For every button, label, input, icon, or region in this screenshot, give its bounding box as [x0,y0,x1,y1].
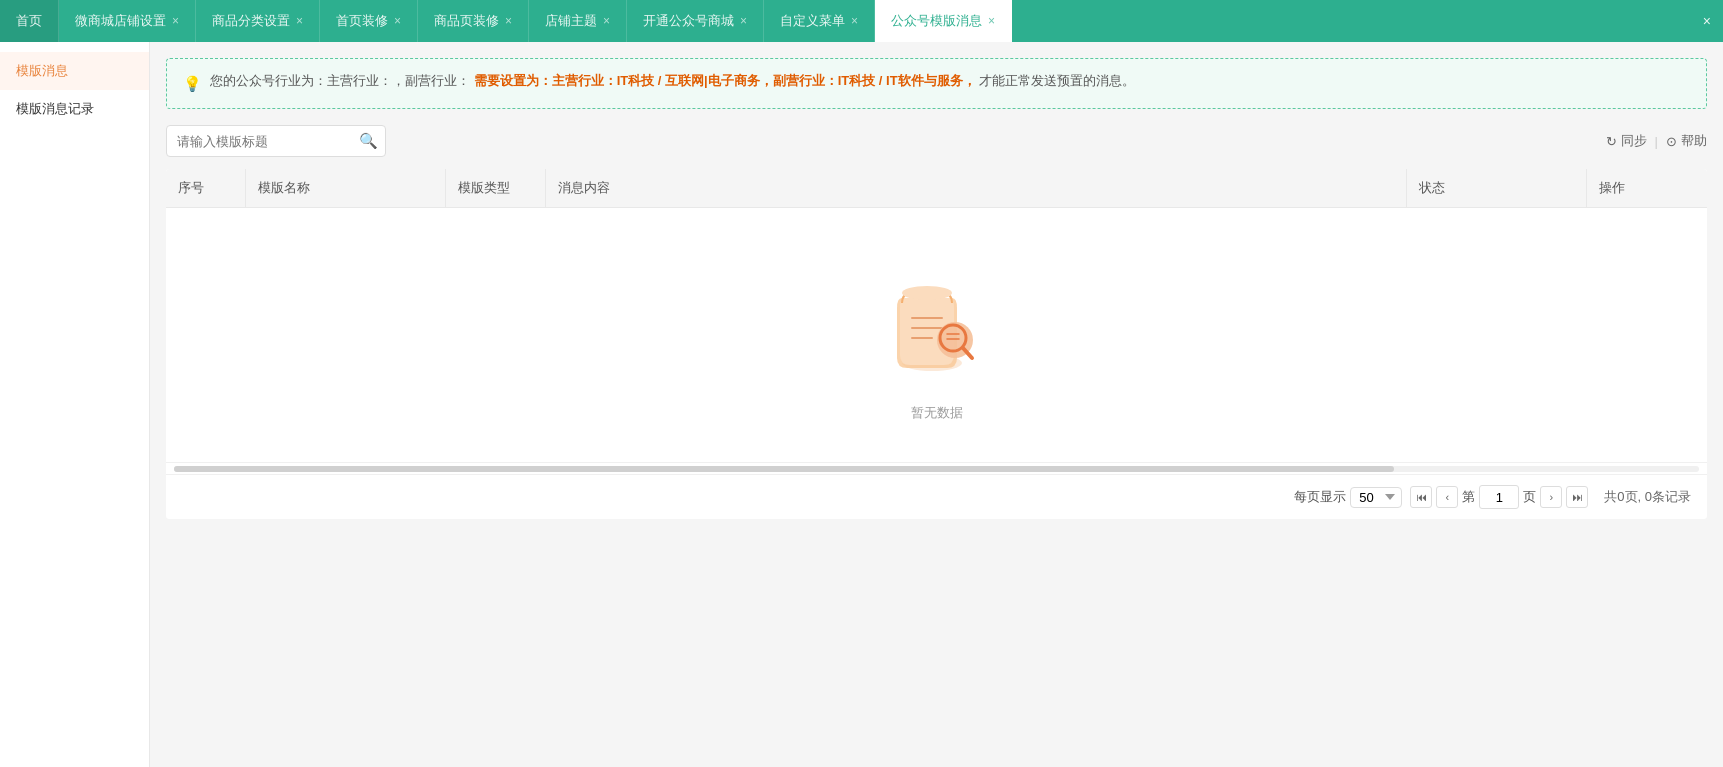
close-icon[interactable]: × [172,14,179,28]
divider: | [1655,134,1658,149]
scrollbar-track[interactable] [174,466,1699,472]
total-info: 共0页, 0条记录 [1604,488,1691,506]
search-input-wrapper: 🔍 [166,125,386,157]
nav-tab-product-decor[interactable]: 商品页装修 × [418,0,529,42]
page-size-select: 每页显示 50 10 20 100 [1294,487,1402,508]
search-left: 🔍 [166,125,386,157]
notice-prefix: 您的公众号行业为：主营行业：，副营行业： [210,73,470,88]
nav-tab-label: 微商城店铺设置 [75,12,166,30]
nav-tab-label: 自定义菜单 [780,12,845,30]
nav-tab-home-decor[interactable]: 首页装修 × [320,0,418,42]
top-nav: 首页 微商城店铺设置 × 商品分类设置 × 首页装修 × 商品页装修 × 店铺主… [0,0,1723,42]
table-header: 序号 模版名称 模版类型 消息内容 状态 操作 [166,169,1707,208]
prev-page-button[interactable]: ‹ [1436,486,1458,508]
th-label: 操作 [1599,180,1625,195]
close-icon[interactable]: × [603,14,610,28]
notice-text: 您的公众号行业为：主营行业：，副营行业： 需要设置为：主营行业：IT科技 / 互… [210,71,1135,92]
last-page-button[interactable]: ⏭ [1566,486,1588,508]
close-icon[interactable]: × [296,14,303,28]
th-label: 模版类型 [458,180,510,195]
th-label: 序号 [178,180,204,195]
help-icon: ⊙ [1666,134,1677,149]
help-button[interactable]: ⊙ 帮助 [1666,132,1707,150]
sidebar-item-label: 模版消息 [16,63,68,78]
page-size-dropdown[interactable]: 50 10 20 100 [1350,487,1402,508]
sidebar: 模版消息 模版消息记录 [0,42,150,767]
nav-tab-custom-menu[interactable]: 自定义菜单 × [764,0,875,42]
main-layout: 模版消息 模版消息记录 💡 您的公众号行业为：主营行业：，副营行业： 需要设置为… [0,42,1723,767]
notice-suffix: 才能正常发送预置的消息。 [979,73,1135,88]
page-label-before: 第 [1462,488,1475,506]
bulb-icon: 💡 [183,72,202,96]
global-close-button[interactable]: × [1703,13,1711,29]
sidebar-item-template-msg-record[interactable]: 模版消息记录 [0,90,149,128]
nav-tab-home[interactable]: 首页 [0,0,59,42]
nav-tab-product-category[interactable]: 商品分类设置 × [196,0,320,42]
close-icon[interactable]: × [505,14,512,28]
page-size-label: 每页显示 [1294,488,1346,506]
nav-tab-wechat-shop[interactable]: 微商城店铺设置 × [59,0,196,42]
data-table: 序号 模版名称 模版类型 消息内容 状态 操作 [166,169,1707,519]
scrollbar-thumb [174,466,1394,472]
nav-tab-label: 开通公众号商城 [643,12,734,30]
nav-tab-label: 首页装修 [336,12,388,30]
notice-highlight: 需要设置为：主营行业：IT科技 / 互联网|电子商务，副营行业：IT科技 / I… [474,73,976,88]
nav-tab-label: 公众号模版消息 [891,12,982,30]
close-icon[interactable]: × [740,14,747,28]
nav-tab-shop-theme[interactable]: 店铺主题 × [529,0,627,42]
nav-tab-label: 首页 [16,12,42,30]
pagination: 每页显示 50 10 20 100 ⏮ ‹ 第 页 › ⏭ [166,474,1707,519]
help-label: 帮助 [1681,132,1707,150]
next-page-button[interactable]: › [1540,486,1562,508]
th-label: 状态 [1419,180,1445,195]
th-label: 消息内容 [558,180,610,195]
notice-box: 💡 您的公众号行业为：主营行业：，副营行业： 需要设置为：主营行业：IT科技 /… [166,58,1707,109]
nav-tab-open-mall[interactable]: 开通公众号商城 × [627,0,764,42]
first-page-button[interactable]: ⏮ [1410,486,1432,508]
current-page-input[interactable] [1479,485,1519,509]
search-input[interactable] [166,125,386,157]
page-label-after: 页 [1523,488,1536,506]
empty-illustration [877,268,997,388]
nav-tab-label: 商品分类设置 [212,12,290,30]
th-no: 序号 [166,169,246,207]
search-right: ↻ 同步 | ⊙ 帮助 [1606,132,1707,150]
scrollbar-area[interactable] [166,462,1707,474]
svg-point-4 [902,286,952,300]
sidebar-item-label: 模版消息记录 [16,101,94,116]
empty-text: 暂无数据 [911,404,963,422]
close-icon[interactable]: × [988,14,995,28]
page-nav: ⏮ ‹ 第 页 › ⏭ [1410,485,1588,509]
th-label: 模版名称 [258,180,310,195]
nav-tab-label: 商品页装修 [434,12,499,30]
nav-tab-label: 店铺主题 [545,12,597,30]
nav-tab-template-msg[interactable]: 公众号模版消息 × [875,0,1012,42]
th-status: 状态 [1407,169,1587,207]
search-bar: 🔍 ↻ 同步 | ⊙ 帮助 [166,125,1707,157]
sync-icon: ↻ [1606,134,1617,149]
close-icon[interactable]: × [394,14,401,28]
main-content: 💡 您的公众号行业为：主营行业：，副营行业： 需要设置为：主营行业：IT科技 /… [150,42,1723,767]
sync-button[interactable]: ↻ 同步 [1606,132,1647,150]
sidebar-item-template-msg[interactable]: 模版消息 [0,52,149,90]
th-type: 模版类型 [446,169,546,207]
th-content: 消息内容 [546,169,1407,207]
empty-state: 暂无数据 [166,208,1707,462]
close-icon[interactable]: × [851,14,858,28]
sync-label: 同步 [1621,132,1647,150]
th-action: 操作 [1587,169,1707,207]
th-name: 模版名称 [246,169,446,207]
search-button[interactable]: 🔍 [359,132,378,150]
